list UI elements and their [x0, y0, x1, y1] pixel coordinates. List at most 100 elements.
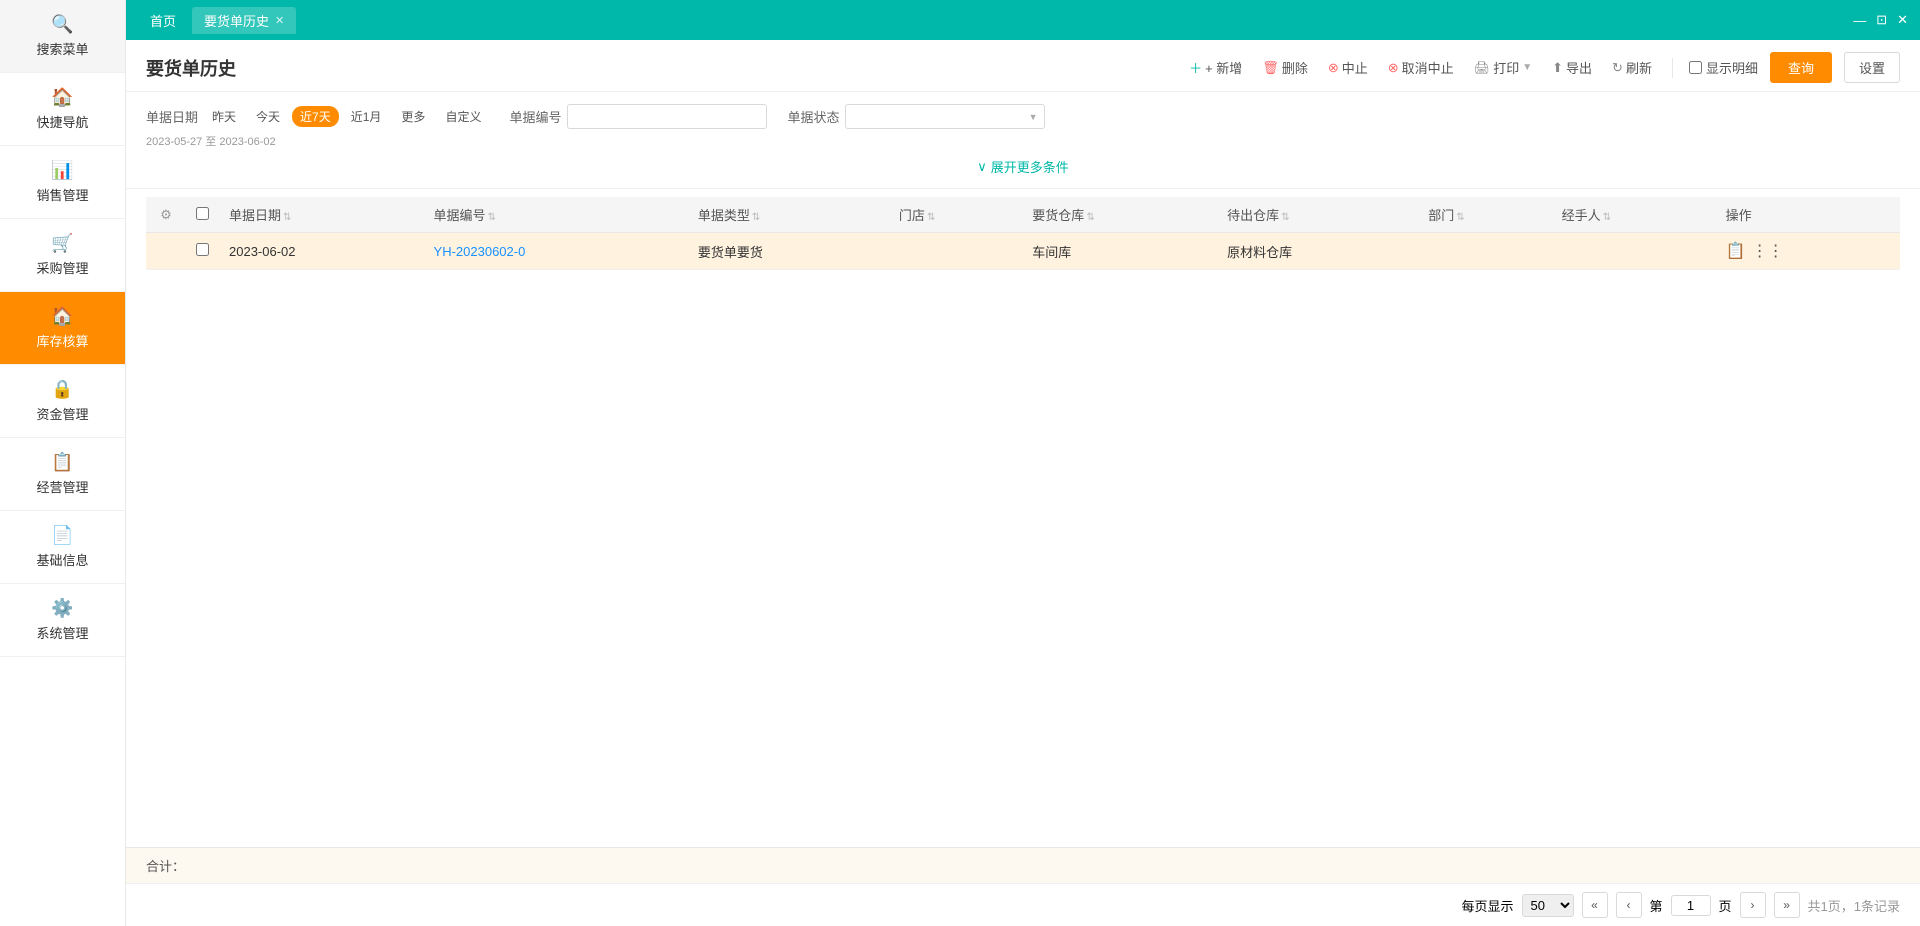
tab-requisition-history[interactable]: 要货单历史 ✕ [192, 7, 296, 34]
refresh-icon: ↻ [1612, 60, 1623, 76]
filter-area: 单据日期 昨天 今天 近7天 近1月 更多 自定义 单据编号 [126, 92, 1920, 189]
doc-status-select[interactable] [845, 104, 1045, 129]
toolbar: ＋ + 新增 🗑 删除 ⊗ 中止 ⊗ 取消中止 🖨 打印 [1185, 52, 1900, 83]
refresh-button[interactable]: ↻ 刷新 [1608, 56, 1656, 79]
sort-icon-store: ⇅ [927, 212, 935, 223]
sidebar-item-sales-mgmt[interactable]: 📊 销售管理 [0, 146, 125, 219]
lock-icon: 🔒 [51, 379, 73, 400]
page-title: 要货单历史 [146, 55, 236, 81]
sort-icon-doc-type: ⇅ [752, 212, 760, 223]
delete-icon: 🗑 [1262, 60, 1279, 76]
doc-status-label: 单据状态 [787, 107, 839, 126]
col-department[interactable]: 部门⇅ [1418, 197, 1551, 233]
table-body: 2023-06-02 YH-20230602-0 要货单要货 车间库 原材料仓库… [146, 233, 1900, 270]
new-button[interactable]: ＋ + 新增 [1185, 56, 1246, 79]
total-info: 共1页，1条记录 [1808, 896, 1900, 915]
display-detail-checkbox[interactable]: 显示明细 [1689, 58, 1758, 77]
col-store[interactable]: 门店⇅ [889, 197, 1022, 233]
window-restore-btn[interactable]: ⊡ [1876, 12, 1887, 28]
sidebar: 🔍 搜索菜单 🏠 快捷导航 📊 销售管理 🛒 采购管理 🏠 库存核算 🔒 资金管… [0, 0, 126, 926]
doc-no-label: 单据编号 [509, 107, 561, 126]
sidebar-item-label: 销售管理 [36, 185, 88, 204]
col-doc-date[interactable]: 单据日期⇅ [219, 197, 424, 233]
date-btn-custom[interactable]: 自定义 [437, 106, 489, 127]
col-doc-no[interactable]: 单据编号⇅ [424, 197, 688, 233]
data-table: ⚙ 单据日期⇅ 单据编号⇅ 单据类型⇅ [146, 197, 1900, 270]
document-icon: 📄 [51, 525, 73, 546]
date-btn-1month[interactable]: 近1月 [343, 106, 390, 127]
chevron-down-icon: ∨ [977, 159, 987, 175]
page-header: 要货单历史 ＋ + 新增 🗑 删除 ⊗ 中止 ⊗ 取消中止 [126, 40, 1920, 92]
row-doc-type: 要货单要货 [688, 233, 889, 270]
doc-no-input[interactable] [567, 104, 767, 129]
export-button[interactable]: ⬆ 导出 [1548, 56, 1596, 79]
warehouse-icon: 🏠 [51, 306, 73, 327]
window-close-btn[interactable]: ✕ [1897, 12, 1908, 28]
col-settings[interactable]: ⚙ [146, 197, 186, 233]
col-req-warehouse[interactable]: 要货仓库⇅ [1022, 197, 1217, 233]
chart-icon: 📊 [51, 160, 73, 181]
row-checkbox-cell [186, 233, 219, 270]
sort-icon-department: ⇅ [1456, 212, 1464, 223]
tab-home[interactable]: 首页 [138, 7, 188, 34]
select-all-checkbox[interactable] [196, 207, 209, 220]
sidebar-item-finance[interactable]: 🔒 资金管理 [0, 365, 125, 438]
sidebar-item-search-menu[interactable]: 🔍 搜索菜单 [0, 0, 125, 73]
settings-button[interactable]: 设置 [1844, 52, 1900, 83]
tab-requisition-label: 要货单历史 [204, 11, 269, 30]
row-handler [1552, 233, 1716, 270]
next-page-btn[interactable]: › [1740, 892, 1766, 918]
tab-close-icon[interactable]: ✕ [275, 14, 284, 27]
sidebar-item-inventory[interactable]: 🏠 库存核算 [0, 292, 125, 365]
table-container: ⚙ 单据日期⇅ 单据编号⇅ 单据类型⇅ [126, 189, 1920, 847]
date-btn-7days[interactable]: 近7天 [292, 106, 339, 127]
home-icon: 🏠 [51, 87, 73, 108]
sidebar-item-label: 资金管理 [36, 404, 88, 423]
window-minimize-btn[interactable]: — [1853, 13, 1866, 28]
gear-icon: ⚙️ [51, 598, 73, 619]
table-footer: 合计： [126, 847, 1920, 883]
doc-no-link[interactable]: YH-20230602-0 [434, 244, 526, 259]
date-range-text: 2023-05-27 至 2023-06-02 [146, 136, 276, 148]
col-doc-type[interactable]: 单据类型⇅ [688, 197, 889, 233]
col-pending-warehouse[interactable]: 待出仓库⇅ [1217, 197, 1418, 233]
page-number-input[interactable] [1671, 895, 1711, 916]
query-button[interactable]: 查询 [1770, 52, 1832, 83]
date-btn-yesterday[interactable]: 昨天 [204, 106, 244, 127]
sidebar-item-quick-nav[interactable]: 🏠 快捷导航 [0, 73, 125, 146]
stop-icon: ⊗ [1328, 60, 1339, 76]
col-handler[interactable]: 经手人⇅ [1552, 197, 1716, 233]
expand-more-btn[interactable]: ∨ 展开更多条件 [146, 157, 1900, 176]
row-doc-date: 2023-06-02 [219, 233, 424, 270]
sidebar-item-label: 库存核算 [36, 331, 88, 350]
date-btn-more[interactable]: 更多 [393, 106, 433, 127]
last-page-btn[interactable]: » [1774, 892, 1800, 918]
table-row: 2023-06-02 YH-20230602-0 要货单要货 车间库 原材料仓库… [146, 233, 1900, 270]
clipboard-icon: 📋 [51, 452, 73, 473]
stop-button[interactable]: ⊗ 中止 [1324, 56, 1372, 79]
row-settings [146, 233, 186, 270]
row-checkbox[interactable] [196, 243, 209, 256]
sidebar-item-sys-mgmt[interactable]: ⚙️ 系统管理 [0, 584, 125, 657]
sidebar-item-basic-info[interactable]: 📄 基础信息 [0, 511, 125, 584]
sidebar-item-purchase-mgmt[interactable]: 🛒 采购管理 [0, 219, 125, 292]
delete-button[interactable]: 🗑 删除 [1258, 56, 1312, 79]
edit-icon[interactable]: 📋 [1726, 241, 1746, 261]
col-action: 操作 [1716, 197, 1900, 233]
page-label: 页 [1719, 896, 1732, 915]
first-page-btn[interactable]: « [1582, 892, 1608, 918]
display-detail-input[interactable] [1689, 61, 1702, 74]
top-bar: 首页 要货单历史 ✕ — ⊡ ✕ [126, 0, 1920, 40]
cancel-stop-button[interactable]: ⊗ 取消中止 [1384, 56, 1458, 79]
row-store [889, 233, 1022, 270]
prev-page-btn[interactable]: ‹ [1616, 892, 1642, 918]
print-button[interactable]: 🖨 打印 ▼ [1470, 56, 1536, 79]
date-btn-today[interactable]: 今天 [248, 106, 288, 127]
sidebar-item-label: 经营管理 [36, 477, 88, 496]
tab-home-label: 首页 [150, 11, 176, 30]
more-icon[interactable]: ⋮⋮ [1752, 241, 1784, 261]
page-size-select[interactable]: 50 100 [1522, 894, 1574, 917]
export-icon: ⬆ [1552, 60, 1563, 76]
summary-label: 合计： [146, 859, 185, 874]
sidebar-item-ops-mgmt[interactable]: 📋 经营管理 [0, 438, 125, 511]
